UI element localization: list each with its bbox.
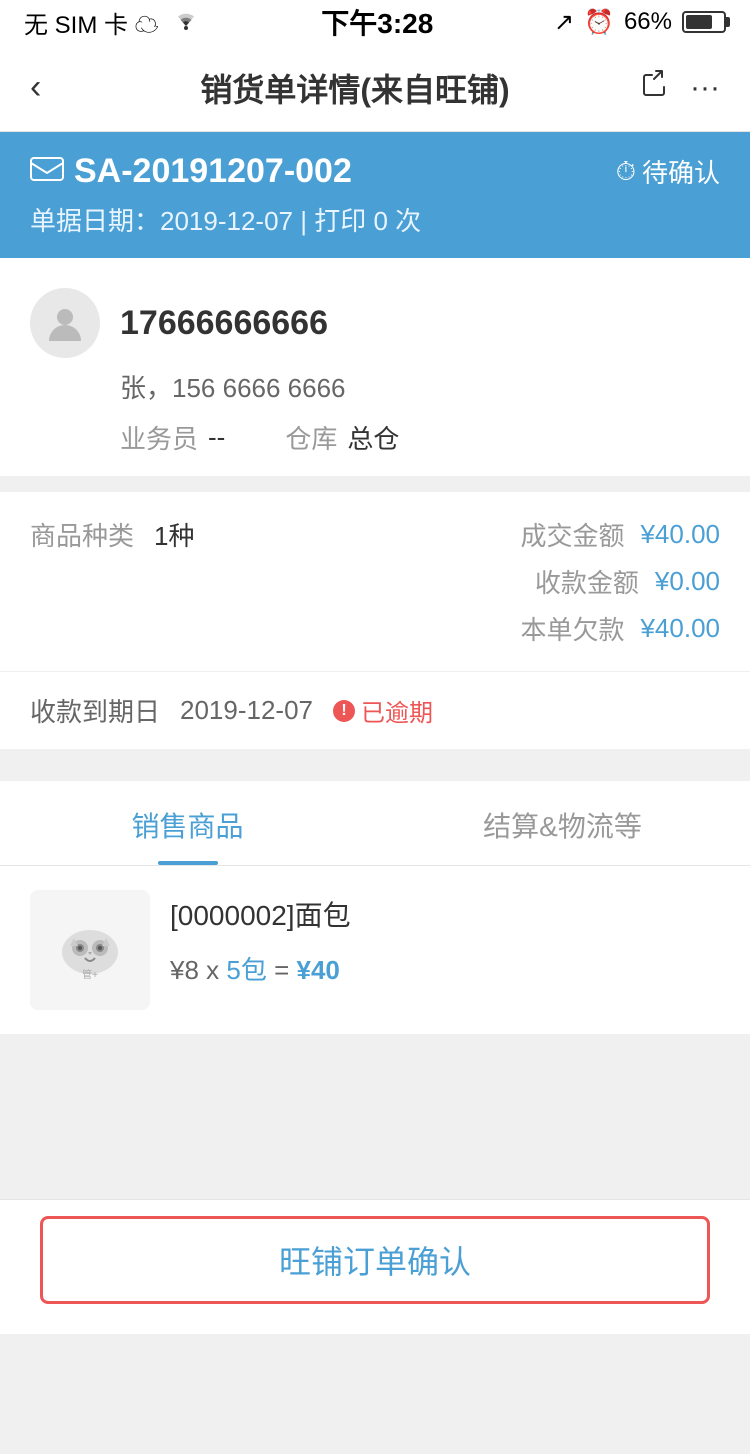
battery-icon bbox=[682, 11, 726, 33]
warehouse-label: 仓库 bbox=[285, 419, 337, 456]
overdue-badge: ! 已逾期 bbox=[333, 693, 433, 728]
overdue-text: 已逾期 bbox=[361, 693, 433, 728]
product-thumbnail: 管+ bbox=[30, 890, 150, 1010]
clock-icon: ⏱ bbox=[616, 156, 636, 188]
divider-2 bbox=[0, 749, 750, 765]
customer-phone: 17666666666 bbox=[120, 304, 328, 343]
page-title: 销货单详情(来自旺铺) bbox=[90, 65, 620, 111]
status-right: ↗ ⏰ 66% bbox=[554, 8, 726, 37]
received-value: ¥0.00 bbox=[655, 566, 720, 597]
order-date-row: 单据日期：2019-12-07 | 打印 0 次 bbox=[30, 201, 720, 238]
product-type-value: 1种 bbox=[154, 516, 194, 553]
customer-sub-info: 张，156 6666 6666 bbox=[120, 368, 720, 405]
tab-sales-products[interactable]: 销售商品 bbox=[0, 781, 375, 865]
due-section: 收款到期日 2019-12-07 ! 已逾期 bbox=[0, 671, 750, 749]
product-item: 管+ [0000002]面包 ¥8 x 5包 = ¥40 bbox=[30, 890, 720, 1010]
order-icon bbox=[30, 152, 64, 191]
status-left: 无 SIM 卡 ☁ bbox=[24, 5, 201, 40]
svg-text:管+: 管+ bbox=[82, 968, 98, 980]
back-button[interactable]: ‹ bbox=[30, 68, 90, 107]
sales-value: -- bbox=[208, 422, 225, 453]
product-info: [0000002]面包 ¥8 x 5包 = ¥40 bbox=[170, 890, 720, 987]
overdue-icon: ! bbox=[333, 700, 355, 722]
received-label: 收款金额 bbox=[535, 563, 639, 600]
product-total: ¥40 bbox=[297, 955, 340, 985]
status-time: 下午3:28 bbox=[321, 2, 433, 42]
tabs-section: 销售商品 结算&物流等 bbox=[0, 781, 750, 1034]
confirm-order-button[interactable]: 旺铺订单确认 bbox=[40, 1216, 710, 1304]
header-card: SA-20191207-002 ⏱ 待确认 单据日期：2019-12-07 | … bbox=[0, 132, 750, 258]
product-qty: 5包 bbox=[226, 955, 266, 985]
product-section: 管+ [0000002]面包 ¥8 x 5包 = ¥40 bbox=[0, 866, 750, 1034]
product-price: ¥8 x 5包 = ¥40 bbox=[170, 950, 720, 987]
sales-label: 业务员 bbox=[120, 419, 198, 456]
debt-label: 本单欠款 bbox=[520, 610, 624, 647]
battery-percent: 66% bbox=[624, 8, 672, 36]
bottom-spacer bbox=[0, 1334, 750, 1454]
bottom-bar: 旺铺订单确认 bbox=[0, 1199, 750, 1334]
avatar bbox=[30, 288, 100, 358]
share-icon[interactable] bbox=[640, 69, 670, 107]
deal-amount-label: 成交金额 bbox=[520, 516, 624, 553]
product-name: [0000002]面包 bbox=[170, 894, 720, 934]
nav-bar: ‹ 销货单详情(来自旺铺) ··· bbox=[0, 44, 750, 132]
order-id: SA-20191207-002 bbox=[30, 152, 352, 191]
due-date-value: 2019-12-07 bbox=[180, 695, 313, 726]
more-icon[interactable]: ··· bbox=[690, 71, 720, 105]
nav-actions: ··· bbox=[620, 69, 720, 107]
summary-section: 商品种类 1种 成交金额 ¥40.00 收款金额 ¥0.00 本单欠款 ¥40.… bbox=[0, 492, 750, 671]
warehouse-value: 总仓 bbox=[347, 419, 399, 456]
order-status: ⏱ 待确认 bbox=[616, 153, 720, 190]
location-icon: ↗ bbox=[554, 8, 574, 37]
tab-settle-logistics[interactable]: 结算&物流等 bbox=[375, 781, 750, 865]
divider-1 bbox=[0, 476, 750, 492]
no-sim-text: 无 SIM 卡 ☁ bbox=[24, 5, 159, 40]
customer-section: 17666666666 张，156 6666 6666 业务员 -- 仓库 总仓 bbox=[0, 258, 750, 476]
status-bar: 无 SIM 卡 ☁ 下午3:28 ↗ ⏰ 66% bbox=[0, 0, 750, 44]
product-type-label: 商品种类 bbox=[30, 516, 134, 553]
due-date-label: 收款到期日 bbox=[30, 692, 160, 729]
customer-meta: 业务员 -- 仓库 总仓 bbox=[120, 419, 720, 456]
deal-amount-value: ¥40.00 bbox=[640, 519, 720, 550]
tabs-bar: 销售商品 结算&物流等 bbox=[0, 781, 750, 866]
alarm-icon: ⏰ bbox=[584, 8, 614, 37]
wifi-icon bbox=[171, 8, 201, 37]
debt-value: ¥40.00 bbox=[640, 613, 720, 644]
